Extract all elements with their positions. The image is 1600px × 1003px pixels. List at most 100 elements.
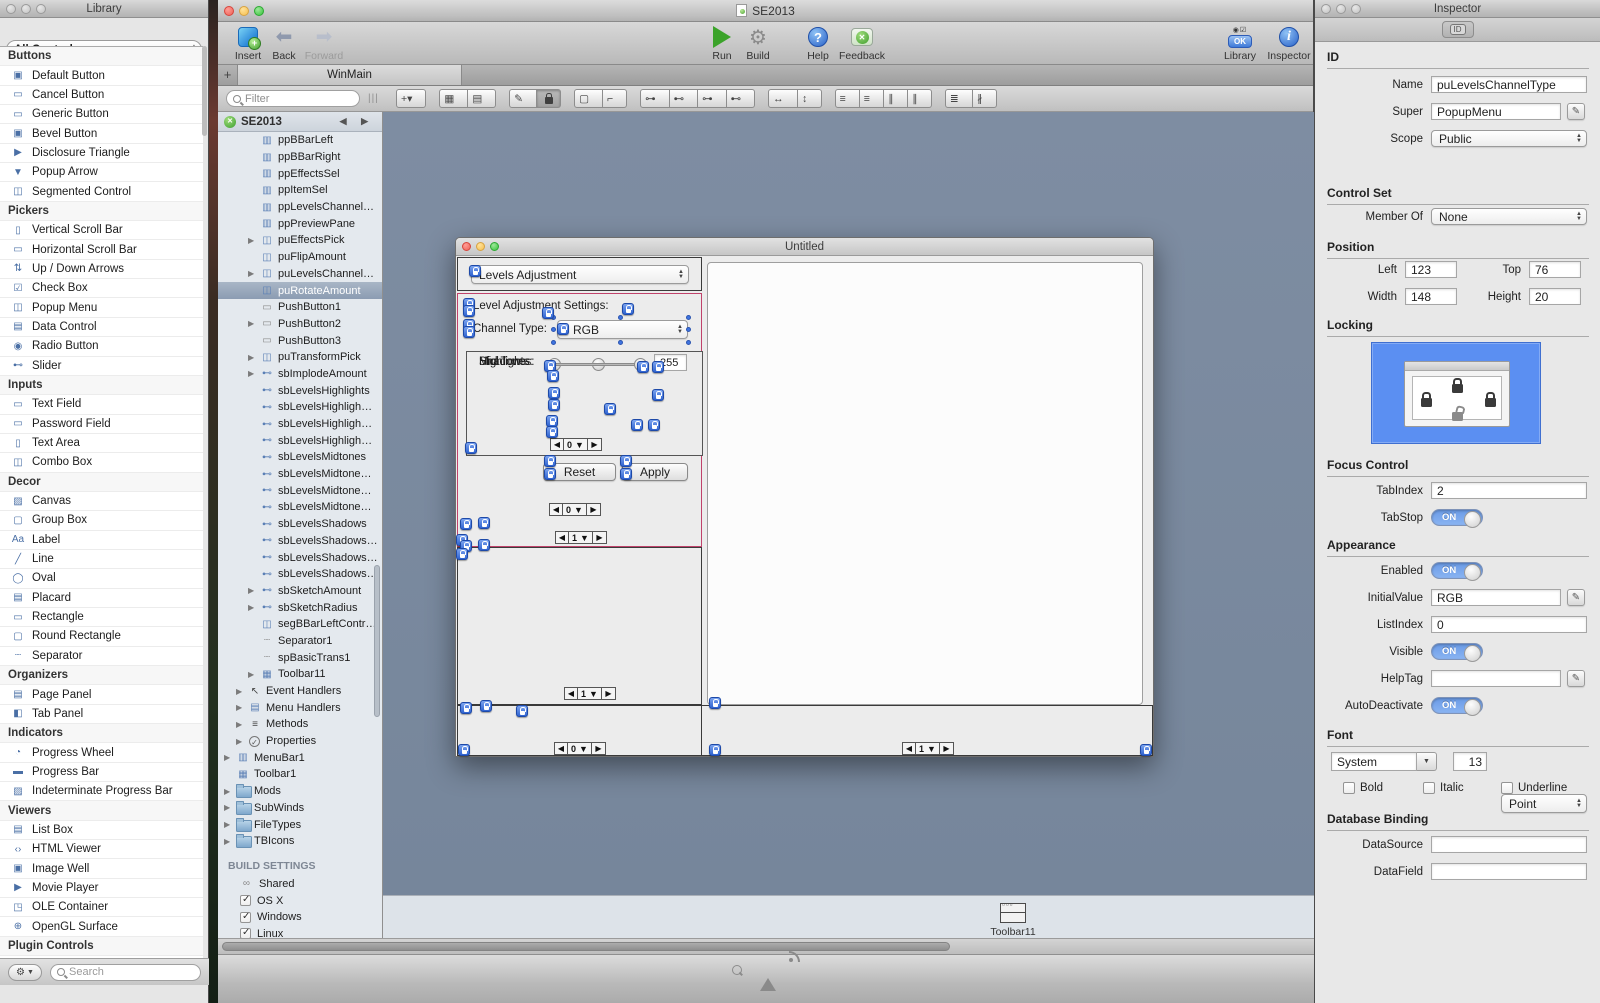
library-row[interactable]: ☑ Check Box — [0, 279, 203, 299]
selection-handle-dot[interactable] — [686, 327, 691, 332]
build-settings-row[interactable]: ∞ Shared — [218, 876, 382, 893]
forward-button[interactable]: ➡ Forward — [302, 24, 346, 62]
library-row[interactable]: Inputs — [0, 375, 203, 396]
shelf-toolbar11-item[interactable]: Toolbar11 — [983, 900, 1043, 938]
font-size-field[interactable]: 13 — [1453, 752, 1487, 771]
grid-view-button[interactable]: ▦ — [439, 89, 469, 108]
lock-left-icon[interactable] — [1421, 392, 1432, 407]
library-row[interactable]: Buttons — [0, 47, 203, 67]
help-button[interactable]: ? Help — [796, 24, 840, 62]
lock-icon[interactable] — [465, 442, 477, 454]
library-row[interactable]: ▼ Popup Arrow — [0, 163, 203, 183]
library-row[interactable]: ‹› HTML Viewer — [0, 840, 203, 860]
library-row[interactable]: ▭ Horizontal Scroll Bar — [0, 240, 203, 260]
font-unit-popup[interactable]: Point ▲ ▼ — [1501, 794, 1587, 813]
navigator-row[interactable]: ▶ ⊷ sbLevelsHighlights — [218, 382, 382, 399]
super-field[interactable]: PopupMenu — [1431, 103, 1561, 120]
lock-icon[interactable] — [620, 455, 632, 467]
lock-icon[interactable] — [604, 403, 616, 415]
navigator-row[interactable]: ▶ ▥ ppLevelsChannel… — [218, 199, 382, 216]
library-titlebar[interactable]: Library — [0, 0, 208, 18]
disclosure-triangle-icon[interactable]: ▶ — [224, 803, 235, 812]
navigator-row[interactable]: ▶ ┈ spBasicTrans1 — [218, 649, 382, 666]
selection-handle-dot[interactable] — [686, 315, 691, 320]
align-bottom-button[interactable]: ∥ — [907, 89, 932, 108]
navigator-row[interactable]: ▶ ⊷ sbLevelsHighligh… — [218, 416, 382, 433]
stepper-right-icon[interactable]: ▶ — [588, 439, 601, 450]
listindex-field[interactable]: 0 — [1431, 616, 1587, 633]
lock-icon[interactable] — [648, 419, 660, 431]
scope-popup[interactable]: Public ▲ ▼ — [1431, 130, 1587, 147]
navigator-row[interactable]: ▶ ⊷ sbSketchRadius — [218, 599, 382, 616]
tabstop-toggle[interactable]: ON — [1431, 509, 1483, 528]
designer-titlebar[interactable]: Untitled — [456, 238, 1153, 256]
autodeactivate-toggle[interactable]: ON — [1431, 697, 1483, 716]
warnings-icon[interactable] — [760, 963, 776, 991]
lock-icon[interactable] — [622, 303, 634, 315]
font-name-combo[interactable]: System ▼ — [1331, 752, 1437, 771]
library-row[interactable]: Pickers — [0, 201, 203, 222]
history-arrows[interactable]: ◀ ▶ — [340, 116, 374, 127]
ruler-button[interactable]: ⌐ — [602, 89, 628, 108]
library-row[interactable]: ⇅ Up / Down Arrows — [0, 260, 203, 280]
lock-icon[interactable] — [637, 361, 649, 373]
scrollbar-thumb[interactable] — [222, 942, 950, 951]
preview-pane[interactable] — [707, 262, 1143, 705]
stepper-value[interactable]: 0 ▼ — [563, 504, 587, 515]
lock-icon[interactable] — [478, 517, 490, 529]
inspector-titlebar[interactable]: Inspector — [1315, 0, 1600, 18]
library-row[interactable]: Decor — [0, 472, 203, 492]
stepper-value[interactable]: 1 ▼ — [569, 532, 593, 543]
library-row[interactable]: ◯ Oval — [0, 569, 203, 589]
disclosure-triangle-icon[interactable]: ▶ — [236, 687, 247, 696]
bottom-left-stepper[interactable]: ◀ 0 ▼ ▶ — [554, 742, 606, 755]
lock-icon[interactable] — [478, 539, 490, 551]
navigator-row[interactable]: ▶ ▥ ppEffectsSel — [218, 165, 382, 182]
binding-button-3[interactable]: ⊶ — [698, 89, 727, 108]
navigator-row[interactable]: ▶ ▥ ppPreviewPane — [218, 215, 382, 232]
add-tab-button[interactable]: + — [218, 65, 238, 85]
list-view-button[interactable]: ▤ — [468, 89, 497, 108]
lock-icon[interactable] — [547, 370, 559, 382]
middle-panel-stepper[interactable]: ◀ 1 ▼ ▶ — [564, 687, 616, 700]
filter-input[interactable]: Filter — [226, 90, 360, 107]
bottom-left-panel[interactable]: ◀ 0 ▼ ▶ — [457, 705, 702, 756]
inspector-toggle-button[interactable]: i Inspector — [1262, 24, 1316, 62]
tabindex-field[interactable]: 2 — [1431, 482, 1587, 499]
lock-icon[interactable] — [631, 419, 643, 431]
build-settings-row[interactable]: Windows — [218, 909, 382, 926]
lock-icon[interactable] — [460, 702, 472, 714]
library-row[interactable]: ◳ OLE Container — [0, 898, 203, 918]
lock-icon[interactable] — [1140, 744, 1152, 756]
library-row[interactable]: Indicators — [0, 724, 203, 744]
lock-icon[interactable] — [544, 468, 556, 480]
navigator-row[interactable]: ▶ TBIcons — [218, 833, 382, 850]
disclosure-triangle-icon[interactable]: ▶ — [248, 586, 259, 595]
library-row[interactable]: ▭ Rectangle — [0, 608, 203, 628]
stepper-left-icon[interactable]: ◀ — [556, 532, 569, 543]
panel-stepper[interactable]: ◀ 1 ▼ ▶ — [555, 531, 607, 544]
align-top-button[interactable]: ∥ — [883, 89, 908, 108]
disclosure-triangle-icon[interactable]: ▶ — [248, 670, 259, 679]
lock-icon[interactable] — [548, 387, 560, 399]
library-toggle-button[interactable]: ◉☑ OK Library — [1218, 24, 1262, 63]
lock-icon[interactable] — [463, 326, 475, 338]
navigator-row[interactable]: ▶ ⊷ sbLevelsShadows… — [218, 533, 382, 550]
group-page-stepper[interactable]: ◀ 0 ▼ ▶ — [550, 438, 602, 451]
library-row[interactable]: ◉ Radio Button — [0, 337, 203, 357]
disclosure-triangle-icon[interactable]: ▶ — [236, 737, 247, 746]
edit-pencil-button[interactable]: ✎ — [1567, 103, 1585, 120]
navigator-row[interactable]: ▶ FileTypes — [218, 816, 382, 833]
navigator-row[interactable]: ▶ ⊷ sbLevelsMidtone… — [218, 482, 382, 499]
library-row[interactable]: ┈ Separator — [0, 647, 203, 666]
stepper-value[interactable]: 1 ▼ — [578, 688, 602, 699]
lock-icon[interactable] — [480, 700, 492, 712]
stepper-value[interactable]: 0 ▼ — [564, 439, 588, 450]
lock-icon[interactable] — [542, 307, 554, 319]
library-row[interactable]: ▣ Bevel Button — [0, 124, 203, 144]
library-row[interactable]: ▢ Round Rectangle — [0, 627, 203, 647]
library-row[interactable]: ▯ Vertical Scroll Bar — [0, 221, 203, 241]
library-row[interactable]: ▤ Data Control — [0, 318, 203, 338]
library-row[interactable]: ▶ Movie Player — [0, 879, 203, 899]
navigator-row[interactable]: ▶ ◫ puTransformPick — [218, 349, 382, 366]
